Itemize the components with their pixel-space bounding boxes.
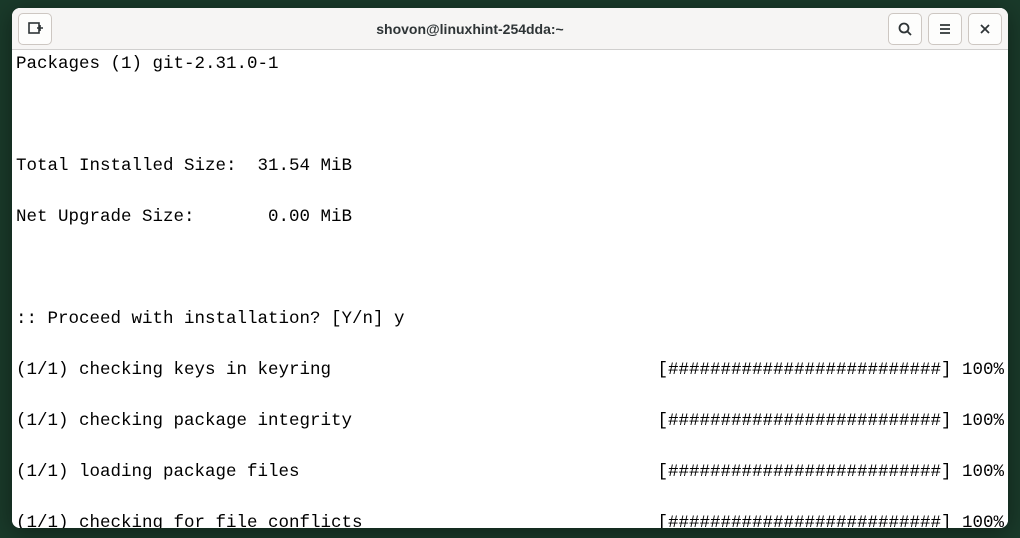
terminal-output[interactable]: Packages (1) git-2.31.0-1 Total Installe…: [12, 50, 1008, 528]
hamburger-icon: [937, 21, 953, 37]
output-line: Net Upgrade Size: 0.00 MiB: [16, 205, 1004, 231]
menu-button[interactable]: [928, 13, 962, 45]
new-tab-button[interactable]: [18, 13, 52, 45]
progress-row: (1/1) checking keys in keyring [########…: [16, 358, 1004, 384]
progress-row: (1/1) checking for file conflicts [#####…: [16, 511, 1004, 528]
progress-label: (1/1) loading package files: [16, 460, 300, 486]
output-line: [16, 103, 1004, 129]
progress-row: (1/1) checking package integrity [######…: [16, 409, 1004, 435]
close-button[interactable]: [968, 13, 1002, 45]
progress-bar: [##########################] 100%: [657, 358, 1004, 384]
progress-label: (1/1) checking keys in keyring: [16, 358, 331, 384]
titlebar: shovon@linuxhint-254dda:~: [12, 8, 1008, 50]
new-tab-icon: [27, 21, 43, 37]
progress-bar: [##########################] 100%: [657, 460, 1004, 486]
progress-bar: [##########################] 100%: [657, 511, 1004, 528]
progress-label: (1/1) checking for file conflicts: [16, 511, 363, 528]
output-line: :: Proceed with installation? [Y/n] y: [16, 307, 1004, 333]
output-line: [16, 256, 1004, 282]
close-icon: [977, 21, 993, 37]
search-button[interactable]: [888, 13, 922, 45]
progress-row: (1/1) loading package files [###########…: [16, 460, 1004, 486]
progress-bar: [##########################] 100%: [657, 409, 1004, 435]
output-line: Total Installed Size: 31.54 MiB: [16, 154, 1004, 180]
progress-label: (1/1) checking package integrity: [16, 409, 352, 435]
terminal-window: shovon@linuxhint-254dda:~ Packages (1) g…: [12, 8, 1008, 528]
output-line: Packages (1) git-2.31.0-1: [16, 52, 1004, 78]
search-icon: [897, 21, 913, 37]
window-title: shovon@linuxhint-254dda:~: [58, 21, 882, 37]
